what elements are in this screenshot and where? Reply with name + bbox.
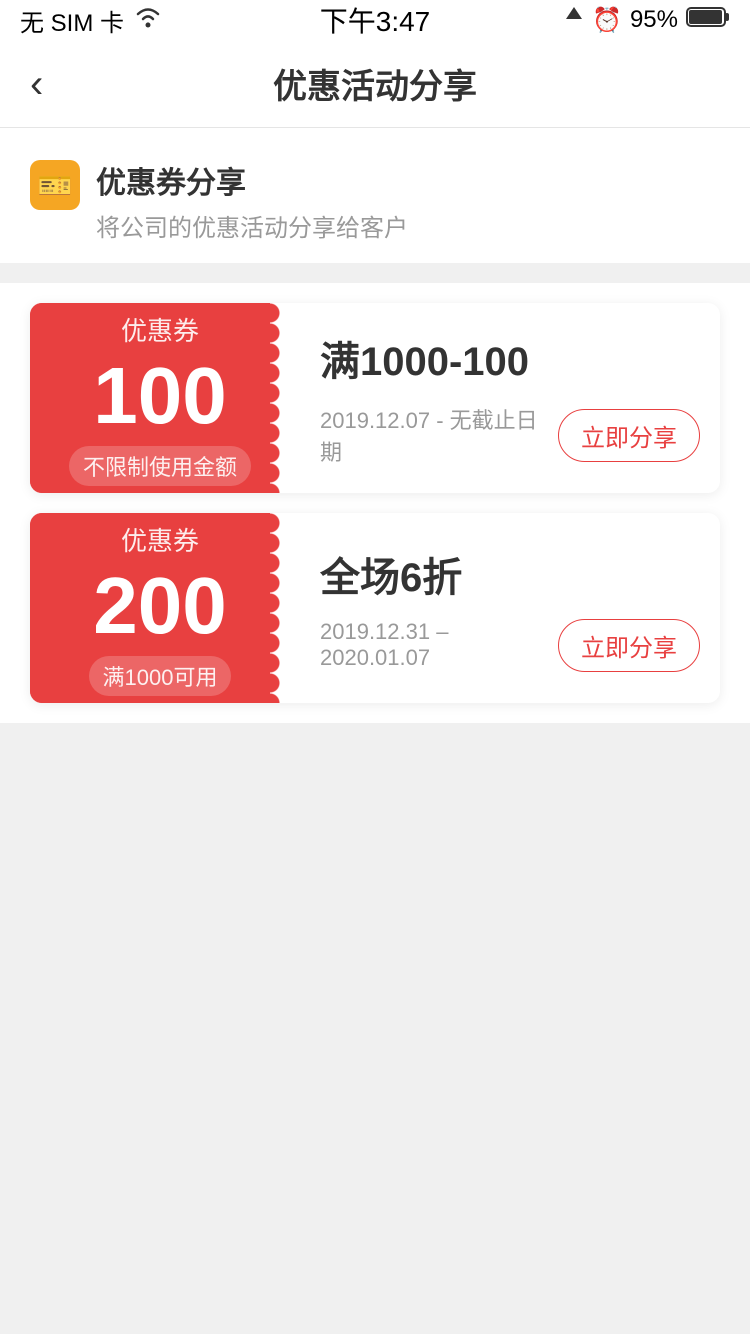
section-icon: 🎫 (30, 160, 80, 210)
coupon-icon: 🎫 (38, 169, 73, 202)
coupon-left-2: 优惠券 200 满1000可用 (30, 513, 290, 703)
coupon-date-1: 2019.12.07 - 无截止日期 (320, 403, 548, 467)
alarm-icon: ⏰ (592, 6, 622, 35)
status-time: 下午3:47 (320, 0, 431, 40)
bottom-background (0, 723, 750, 1283)
coupon-amount-1: 100 (93, 356, 226, 436)
battery-icon (686, 6, 730, 35)
coupon-right-1: 满1000-100 2019.12.07 - 无截止日期 立即分享 (290, 303, 720, 493)
section-text-group: 优惠券分享 将公司的优惠活动分享给客户 (96, 158, 408, 243)
back-button[interactable]: ‹ (30, 64, 43, 104)
coupon-name-1: 满1000-100 (320, 329, 700, 387)
coupon-date-row-2: 2019.12.31 – 2020.01.07 立即分享 (320, 619, 700, 672)
coupon-date-row-1: 2019.12.07 - 无截止日期 立即分享 (320, 403, 700, 467)
carrier-text: 无 SIM 卡 (20, 3, 124, 38)
location-icon (564, 5, 584, 36)
coupon-label-2: 优惠券 (121, 521, 199, 558)
status-right: ⏰ 95% (564, 5, 730, 36)
coupon-amount-2: 200 (93, 566, 226, 646)
divider-1 (0, 263, 750, 283)
battery-text: 95% (630, 6, 678, 34)
section-subtitle: 将公司的优惠活动分享给客户 (96, 208, 408, 243)
section-header: 🎫 优惠券分享 将公司的优惠活动分享给客户 (0, 128, 750, 263)
share-button-2[interactable]: 立即分享 (558, 619, 700, 672)
status-bar: 无 SIM 卡 下午3:47 ⏰ 95% (0, 0, 750, 40)
coupon-condition-1: 不限制使用金额 (69, 446, 251, 486)
coupon-right-2: 全场6折 2019.12.31 – 2020.01.07 立即分享 (290, 513, 720, 703)
coupon-card-2: 优惠券 200 满1000可用 全场6折 2019.12.31 – 2020.0… (30, 513, 720, 703)
coupon-list: 优惠券 100 不限制使用金额 满1000-100 2019.12.07 - 无… (0, 283, 750, 723)
section-title: 优惠券分享 (96, 158, 408, 202)
nav-title: 优惠活动分享 (273, 59, 477, 108)
coupon-name-2: 全场6折 (320, 545, 700, 603)
coupon-label-1: 优惠券 (121, 311, 199, 348)
coupon-condition-2: 满1000可用 (89, 656, 232, 696)
share-button-1[interactable]: 立即分享 (558, 409, 700, 462)
wifi-icon (134, 6, 162, 35)
nav-bar: ‹ 优惠活动分享 (0, 40, 750, 128)
coupon-left-1: 优惠券 100 不限制使用金额 (30, 303, 290, 493)
status-left: 无 SIM 卡 (20, 3, 162, 38)
coupon-card-1: 优惠券 100 不限制使用金额 满1000-100 2019.12.07 - 无… (30, 303, 720, 493)
coupon-date-2: 2019.12.31 – 2020.01.07 (320, 619, 548, 671)
